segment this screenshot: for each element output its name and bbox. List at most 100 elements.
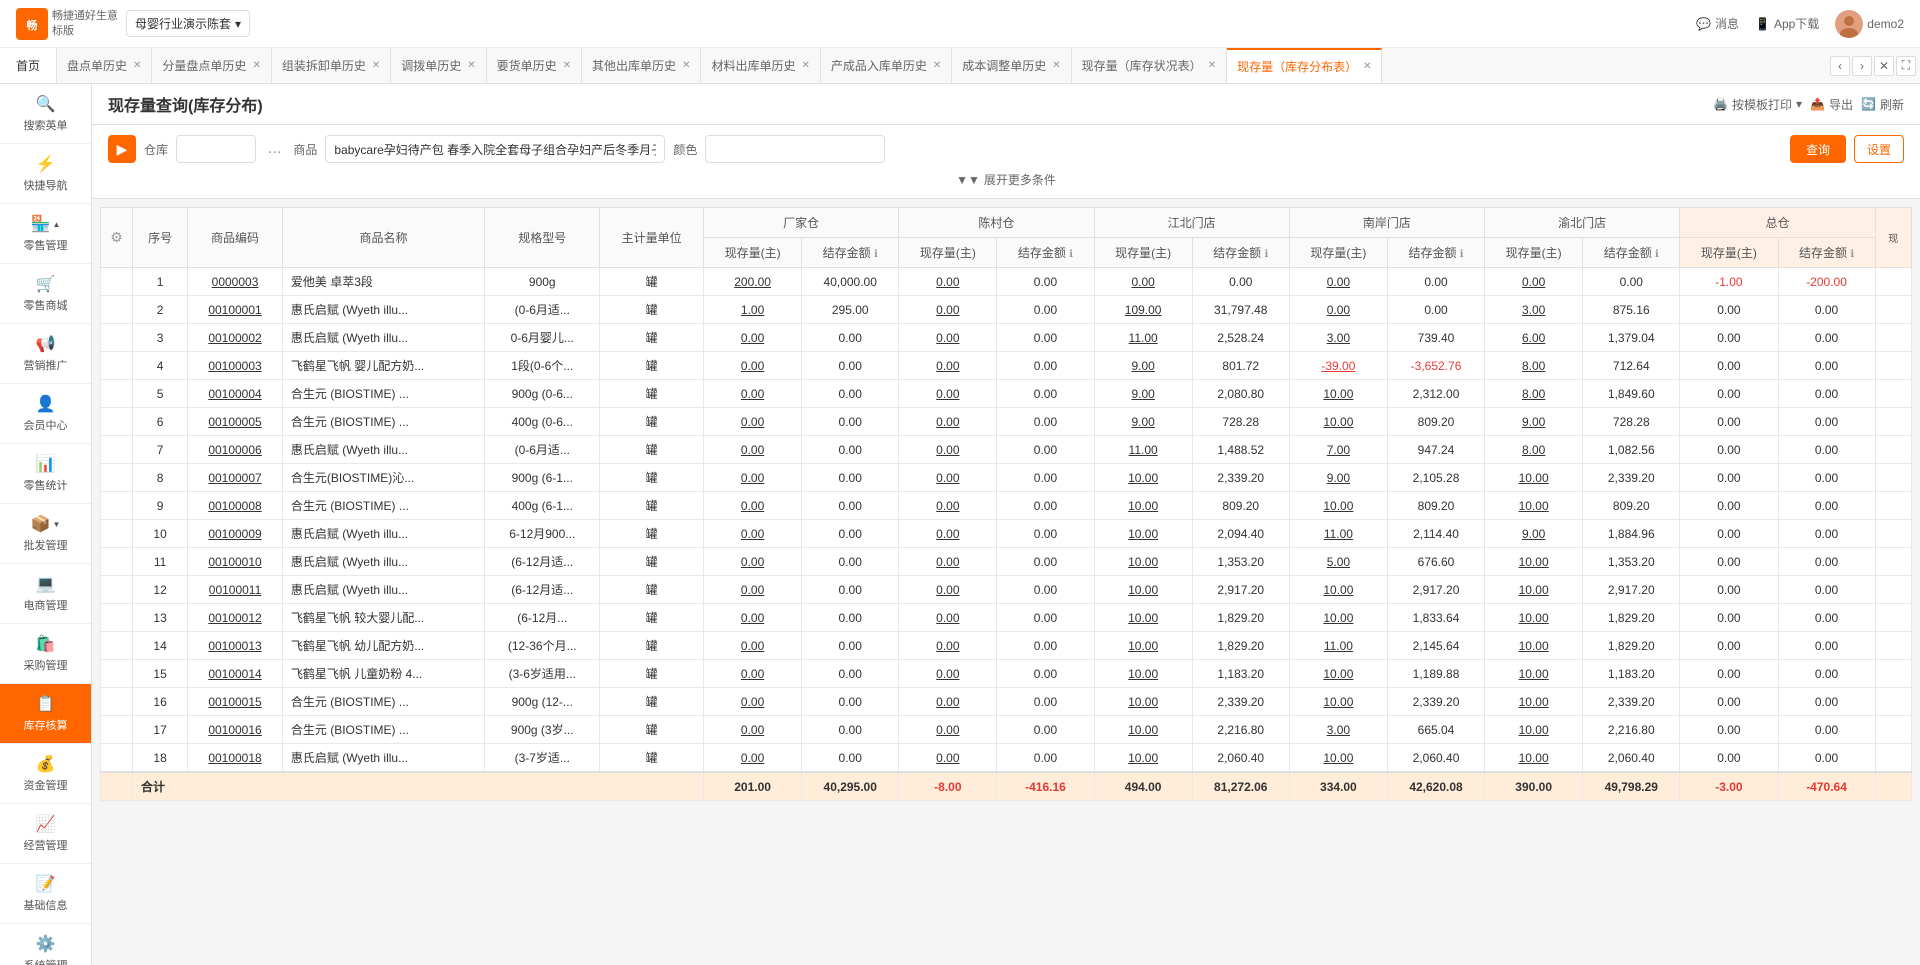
cell-code: 00100018	[188, 744, 283, 773]
cell-c-stock: 0.00	[899, 716, 997, 744]
cell-yb-amount: 728.28	[1583, 408, 1680, 436]
cell-extra	[1875, 548, 1911, 576]
tab-other-outbound[interactable]: 其他出库单历史 ✕	[582, 48, 701, 84]
tab-transfer[interactable]: 调拨单历史 ✕	[391, 48, 486, 84]
cell-c-stock: 0.00	[899, 744, 997, 773]
cell-yb-amount: 1,884.96	[1583, 520, 1680, 548]
tab-requisition[interactable]: 要货单历史 ✕	[487, 48, 582, 84]
sidebar-item-member[interactable]: 👤 会员中心	[0, 384, 91, 444]
sidebar-item-search[interactable]: 🔍 搜索英单	[0, 84, 91, 144]
print-button[interactable]: 🖨️ 按模板打印 ▾	[1713, 96, 1802, 113]
sidebar-item-system[interactable]: ⚙️ 系统管理	[0, 924, 91, 965]
yb-amount-info-icon[interactable]: ℹ	[1655, 249, 1659, 260]
na-amount-info-icon[interactable]: ℹ	[1460, 249, 1464, 260]
tab-expand-button[interactable]: ⛶	[1896, 56, 1916, 76]
sidebar-item-quick-nav[interactable]: ⚡ 快捷导航	[0, 144, 91, 204]
tab-close-all-button[interactable]: ✕	[1874, 56, 1894, 76]
refresh-button[interactable]: 🔄 刷新	[1861, 96, 1904, 113]
svg-text:畅: 畅	[27, 18, 38, 32]
sidebar-item-ecommerce[interactable]: 💻 电商管理	[0, 564, 91, 624]
sidebar-item-marketing[interactable]: 📢 营销推广	[0, 324, 91, 384]
sidebar-item-operations[interactable]: 📈 经营管理	[0, 804, 91, 864]
tab-close-other-outbound[interactable]: ✕	[682, 60, 690, 71]
tab-close-assembly[interactable]: ✕	[372, 60, 380, 71]
expand-more-button[interactable]: ▼▼ 展开更多条件	[956, 171, 1056, 188]
cell-no: 3	[133, 324, 188, 352]
tab-close-material-outbound[interactable]: ✕	[801, 60, 809, 71]
cell-gear	[101, 688, 133, 716]
cell-na-amount: -3,652.76	[1387, 352, 1484, 380]
tab-close-stock-dist[interactable]: ✕	[1363, 61, 1371, 72]
cell-t-amount: 0.00	[1778, 744, 1875, 773]
cell-extra	[1875, 464, 1911, 492]
jb-amount-info-icon[interactable]: ℹ	[1265, 249, 1269, 260]
tab-close-sub-inventory[interactable]: ✕	[252, 60, 260, 71]
tab-home[interactable]: 首页	[0, 48, 57, 84]
cell-yb-stock: 9.00	[1485, 408, 1583, 436]
avatar	[1835, 10, 1863, 38]
sidebar-item-retail-stats[interactable]: 📊 零售统计	[0, 444, 91, 504]
cell-gear	[101, 296, 133, 324]
sidebar-item-retail-mall[interactable]: 🛒 零售商城	[0, 264, 91, 324]
page-title: 现存量查询(库存分布)	[108, 92, 263, 116]
warehouse-ellipsis[interactable]: ...	[264, 140, 285, 158]
tab-close-transfer[interactable]: ✕	[467, 60, 475, 71]
cell-c-stock: 0.00	[899, 604, 997, 632]
export-button[interactable]: 📤 导出	[1810, 96, 1853, 113]
t-amount-info-icon[interactable]: ℹ	[1850, 249, 1854, 260]
industry-selector[interactable]: 母婴行业演示陈套 ▾	[126, 10, 250, 37]
cell-spec: 1段(0-6个...	[485, 352, 600, 380]
sidebar-item-purchase[interactable]: 🛍️ 采购管理	[0, 624, 91, 684]
sidebar-item-inventory[interactable]: 📋 库存核算	[0, 684, 91, 744]
cell-name: 飞鹤星飞帆 儿童奶粉 4...	[282, 660, 484, 688]
summary-f-amount: 40,295.00	[802, 772, 899, 801]
tab-stock-dist[interactable]: 现存量（库存分布表） ✕	[1227, 48, 1382, 84]
setting-button[interactable]: 设置	[1854, 135, 1904, 163]
tab-product-inbound[interactable]: 产成品入库单历史 ✕	[821, 48, 952, 84]
tab-cost-adjust[interactable]: 成本调整单历史 ✕	[952, 48, 1071, 84]
tab-assembly[interactable]: 组装拆卸单历史 ✕	[272, 48, 391, 84]
f-amount-info-icon[interactable]: ℹ	[874, 249, 878, 260]
gear-icon[interactable]: ⚙	[110, 229, 123, 246]
tab-next-button[interactable]: ›	[1852, 56, 1872, 76]
sidebar-item-base-info[interactable]: 📝 基础信息	[0, 864, 91, 924]
cell-name: 惠氏启赋 (Wyeth illu...	[282, 576, 484, 604]
product-input[interactable]	[325, 135, 665, 163]
cell-f-stock: 0.00	[703, 464, 801, 492]
message-button[interactable]: 💬 消息	[1696, 15, 1739, 32]
cell-yb-stock: 6.00	[1485, 324, 1583, 352]
cell-spec: 6-12月900...	[485, 520, 600, 548]
th-jb-amount: 结存金额 ℹ	[1192, 238, 1289, 268]
app-download-button[interactable]: 📱 App下载	[1755, 15, 1819, 32]
tab-stock-status[interactable]: 现存量（库存状况表） ✕	[1072, 48, 1227, 84]
tab-close-cost-adjust[interactable]: ✕	[1052, 60, 1060, 71]
color-input[interactable]	[705, 135, 885, 163]
tab-inventory-count[interactable]: 盘点单历史 ✕	[57, 48, 152, 84]
cell-yb-stock: 10.00	[1485, 604, 1583, 632]
tab-close-requisition[interactable]: ✕	[563, 60, 571, 71]
sidebar-item-wholesale[interactable]: 📦 ▼ 批发管理	[0, 504, 91, 564]
tab-close-inventory-count[interactable]: ✕	[133, 60, 141, 71]
filter-expand-button[interactable]: ▶	[108, 135, 136, 163]
tab-bar-inner: 首页 盘点单历史 ✕ 分量盘点单历史 ✕ 组装拆卸单历史 ✕ 调拨单历史 ✕ 要…	[0, 48, 1826, 84]
cell-unit: 罐	[600, 632, 704, 660]
cell-yb-amount: 1,829.20	[1583, 632, 1680, 660]
cell-code: 0000003	[188, 268, 283, 296]
user-profile[interactable]: demo2	[1835, 10, 1904, 38]
query-button[interactable]: 查询	[1790, 135, 1846, 163]
th-unit: 主计量单位	[600, 208, 704, 268]
sidebar-item-finance[interactable]: 💰 资金管理	[0, 744, 91, 804]
cell-c-amount: 0.00	[997, 716, 1094, 744]
tab-material-outbound[interactable]: 材料出库单历史 ✕	[701, 48, 820, 84]
filter-area: ▶ 仓库 ... 商品 颜色 查询 设置 ▼▼ 展开更多条件	[92, 125, 1920, 199]
tab-sub-inventory[interactable]: 分量盘点单历史 ✕	[152, 48, 271, 84]
tab-close-stock-status[interactable]: ✕	[1208, 60, 1216, 71]
cell-jb-stock: 0.00	[1094, 268, 1192, 296]
warehouse-input[interactable]	[176, 135, 256, 163]
summary-t-stock: -3.00	[1680, 772, 1778, 801]
tab-prev-button[interactable]: ‹	[1830, 56, 1850, 76]
tab-nav-buttons: ‹ › ✕ ⛶	[1826, 56, 1920, 76]
sidebar-item-retail-mgmt[interactable]: 🏪 ▲ 零售管理	[0, 204, 91, 264]
tab-close-product-inbound[interactable]: ✕	[933, 60, 941, 71]
c-amount-info-icon[interactable]: ℹ	[1069, 249, 1073, 260]
